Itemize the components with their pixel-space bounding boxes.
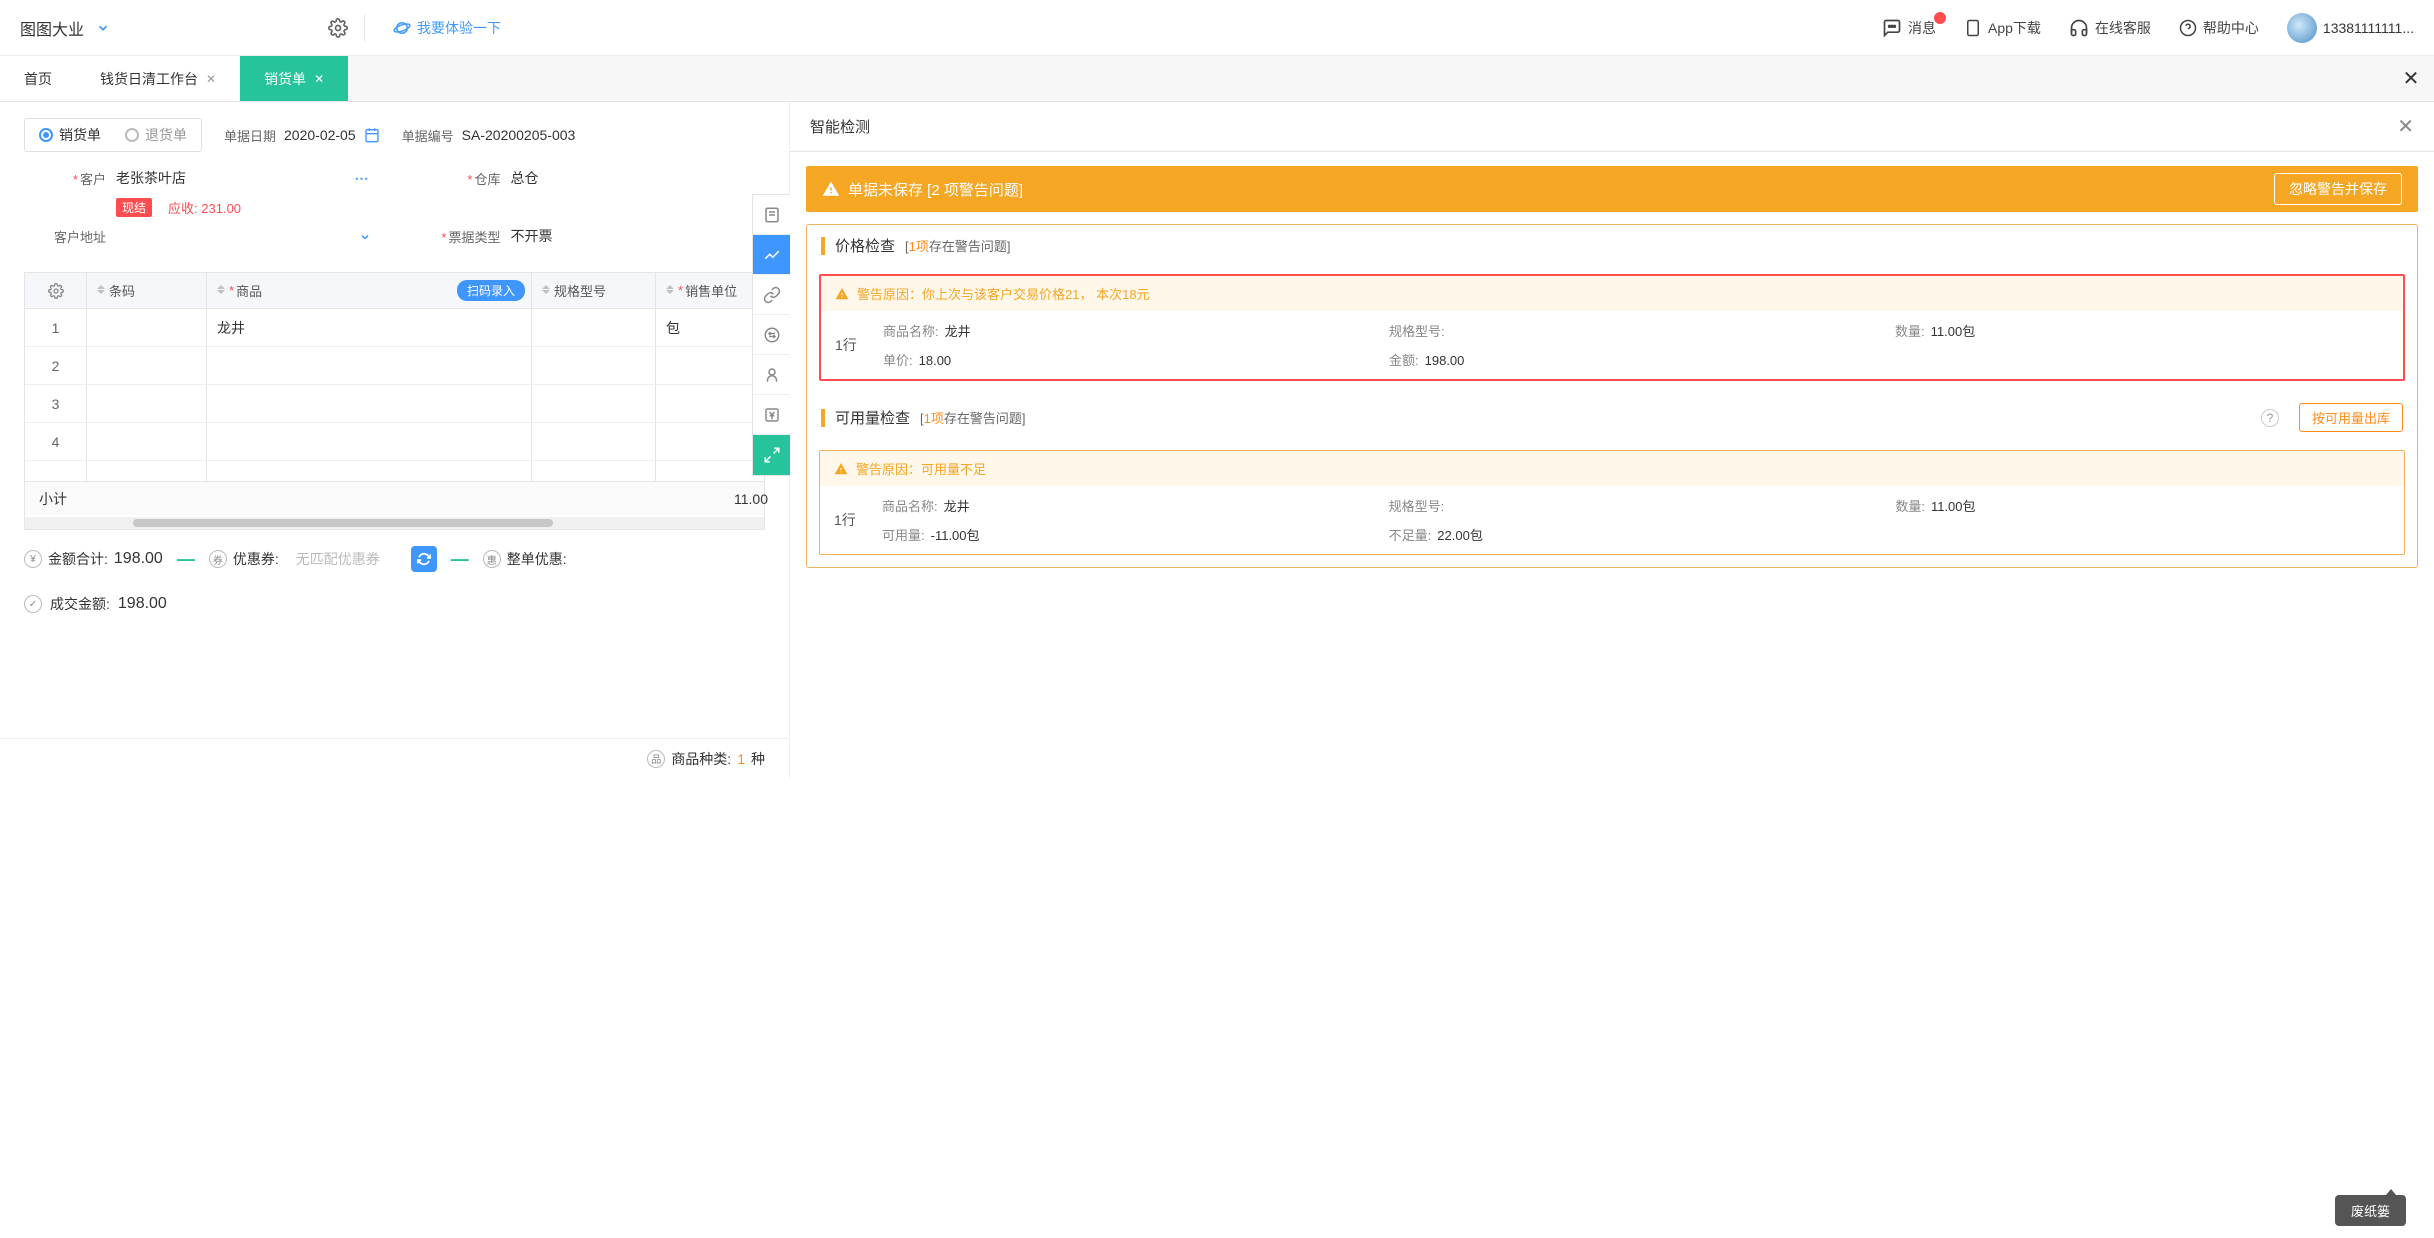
price-check-block: 价格检查 [1项存在警告问题] 警告原因：你上次与该客户交易价格21， 本次18… [806, 224, 2418, 568]
info-icon: 品 [647, 750, 665, 768]
minus-icon: — [177, 549, 195, 570]
rail-expand-icon[interactable] [753, 435, 790, 475]
rail-link-icon[interactable] [753, 275, 790, 315]
horizontal-scrollbar[interactable] [25, 517, 764, 529]
try-experience-link[interactable]: 我要体验一下 [393, 18, 501, 38]
refresh-icon [417, 552, 431, 566]
tab-sales-order[interactable]: 销货单 ✕ [240, 56, 348, 101]
tab-home[interactable]: 首页 [0, 56, 76, 101]
rail-user-icon[interactable] [753, 355, 790, 395]
side-toolbar [752, 194, 790, 476]
table-row[interactable] [25, 461, 764, 481]
company-selector[interactable]: 图图大业 [20, 16, 300, 40]
message-icon [1882, 18, 1902, 38]
rail-doc-icon[interactable] [753, 195, 790, 235]
close-icon[interactable]: ✕ [314, 72, 324, 86]
coupon-icon: 券 [209, 550, 227, 568]
messages-link[interactable]: 消息 [1882, 18, 1936, 38]
coupon-input[interactable]: 无匹配优惠券 [285, 544, 405, 574]
table-settings-header[interactable] [25, 273, 87, 308]
th-product[interactable]: *商品 扫码录入 [207, 273, 532, 308]
section-bar [821, 409, 825, 427]
chevron-down-icon [359, 231, 371, 243]
settle-badge: 现结 [116, 198, 152, 217]
rail-swap-icon[interactable] [753, 315, 790, 355]
refresh-button[interactable] [411, 546, 437, 572]
help-center-link[interactable]: 帮助中心 [2179, 18, 2259, 38]
deal-icon: ✓ [24, 595, 42, 613]
top-bar: 图图大业 我要体验一下 消息 App下载 在线客服 [0, 0, 2434, 56]
phone-icon [1964, 18, 1982, 38]
minus-icon: — [451, 549, 469, 570]
table-subtotal: 小计 11.00 [25, 481, 764, 515]
help-icon [2179, 19, 2197, 37]
gear-icon [48, 283, 64, 299]
coupon-field[interactable]: 券 优惠券: 无匹配优惠券 [209, 544, 437, 574]
stock-warning-card: 警告原因：可用量不足 1行 商品名称:龙井 规格型号: 数量:11.00包 可用… [819, 450, 2405, 555]
sales-order-form: 销货单 退货单 单据日期 2020-02-05 单据编号 SA-20200205… [0, 102, 790, 778]
output-by-available-button[interactable]: 按可用量出库 [2299, 403, 2403, 432]
address-field[interactable]: 客户地址 [24, 227, 371, 246]
yen-icon: ¥ [24, 550, 42, 568]
divider [364, 14, 365, 42]
table-row[interactable]: 2 [25, 347, 764, 385]
customer-field[interactable]: *客户 老张茶叶店 ⋯ [24, 168, 371, 188]
close-icon[interactable]: ✕ [206, 72, 216, 86]
amount-total: ¥ 金额合计: 198.00 [24, 549, 163, 569]
gear-icon[interactable] [328, 18, 348, 38]
help-icon[interactable]: ? [2261, 409, 2279, 427]
items-table: 条码 *商品 扫码录入 规格型号 *销售单位 1 龙井 包 [24, 272, 765, 530]
trash-button[interactable]: 废纸篓 [2335, 1195, 2406, 1226]
radio-return-order[interactable]: 退货单 [125, 125, 187, 145]
th-barcode[interactable]: 条码 [87, 273, 207, 308]
avatar [2287, 13, 2317, 43]
tab-workbench[interactable]: 钱货日清工作台 ✕ [76, 56, 240, 101]
notification-dot [1934, 12, 1946, 24]
warning-icon [835, 287, 849, 301]
warning-icon [834, 462, 848, 476]
bottom-info-bar: 品 商品种类: 1 种 [0, 738, 789, 778]
user-menu[interactable]: 13381111111... [2287, 13, 2414, 43]
rail-money-icon[interactable] [753, 395, 790, 435]
app-download-link[interactable]: App下载 [1964, 18, 2041, 38]
more-icon[interactable]: ⋯ [355, 170, 371, 187]
th-spec[interactable]: 规格型号 [532, 273, 656, 308]
scrollbar-thumb[interactable] [133, 519, 553, 527]
warehouse-field[interactable]: *仓库 总仓 [419, 168, 766, 188]
warning-icon [822, 180, 840, 198]
smart-detection-panel: 智能检测 ✕ 单据未保存 [2 项警告问题] 忽略警告并保存 价格检查 [1项存… [790, 102, 2434, 778]
doc-date-field[interactable]: 单据日期 2020-02-05 [224, 126, 380, 145]
table-row[interactable]: 4 [25, 423, 764, 461]
warning-banner: 单据未保存 [2 项警告问题] 忽略警告并保存 [806, 166, 2418, 212]
doc-number-field: 单据编号 SA-20200205-003 [402, 126, 576, 145]
close-all-tabs[interactable]: ✕ [2388, 56, 2434, 101]
section-bar [821, 237, 825, 255]
order-discount-field[interactable]: 惠 整单优惠: [483, 549, 567, 569]
close-panel-button[interactable]: ✕ [2397, 114, 2414, 139]
radio-sales-order[interactable]: 销货单 [39, 125, 101, 145]
tabs-row: 首页 钱货日清工作台 ✕ 销货单 ✕ ✕ [0, 56, 2434, 102]
settlement-info: 现结 应收: 231.00 [24, 198, 371, 217]
rail-chart-icon[interactable] [753, 235, 790, 275]
ignore-save-button[interactable]: 忽略警告并保存 [2274, 173, 2402, 205]
planet-icon [393, 19, 411, 37]
price-warning-card: 警告原因：你上次与该客户交易价格21， 本次18元 1行 商品名称:龙井 规格型… [819, 274, 2405, 381]
doc-type-radio-group: 销货单 退货单 [24, 118, 202, 152]
th-unit[interactable]: *销售单位 [656, 273, 764, 308]
online-service-link[interactable]: 在线客服 [2069, 18, 2151, 38]
scan-entry-button[interactable]: 扫码录入 [457, 280, 525, 301]
table-row[interactable]: 3 [25, 385, 764, 423]
panel-title: 智能检测 [810, 116, 870, 137]
totals-row: ¥ 金额合计: 198.00 — 券 优惠券: 无匹配优惠券 — 惠 整单优惠: [0, 530, 789, 588]
company-name: 图图大业 [20, 16, 84, 40]
headset-icon [2069, 18, 2089, 38]
discount-icon: 惠 [483, 550, 501, 568]
chevron-down-icon [96, 21, 110, 35]
table-row[interactable]: 1 龙井 包 [25, 309, 764, 347]
calendar-icon [364, 127, 380, 143]
invoice-type-field[interactable]: *票据类型 不开票 [419, 226, 766, 246]
deal-amount: ✓ 成交金额: 198.00 [0, 588, 789, 620]
